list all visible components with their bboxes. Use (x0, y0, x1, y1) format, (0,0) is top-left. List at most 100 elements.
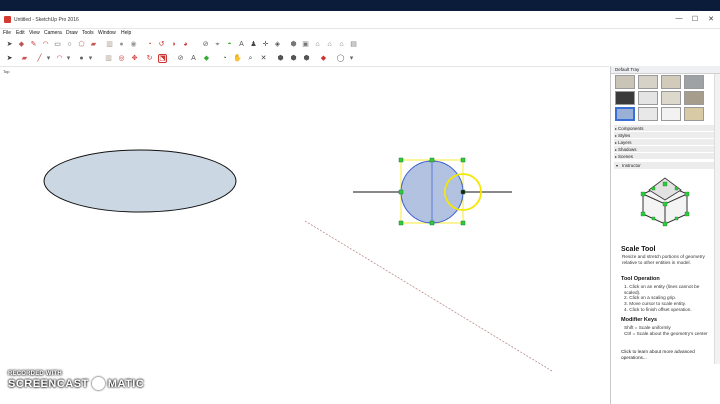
panel-layers[interactable]: ▸ Layers (614, 139, 714, 146)
eraser-tool-icon[interactable]: ▰ (20, 54, 29, 63)
move-tool-icon[interactable]: ✥ (130, 54, 139, 63)
toolbar-bottom: ➤ ▰ ╱ ▾ ◠ ▾ ● ▾ ▥ ◎ ✥ ↻ ⬔ ⊘ A ◆ ◔ ✋ ⌕ ✕ … (0, 52, 720, 65)
material-swatch[interactable] (661, 91, 681, 105)
zoom-icon[interactable]: ⌕ (246, 54, 255, 63)
account-icon[interactable]: ◯ (336, 54, 345, 63)
instructor-tool-title: Scale Tool (621, 246, 656, 253)
paint-bucket-icon[interactable]: ◆ (17, 40, 26, 49)
select-tool-icon[interactable]: ➤ (5, 54, 14, 63)
close-button[interactable]: ✕ (704, 15, 718, 23)
share-model-icon[interactable]: ⬢ (289, 54, 298, 63)
panel-scenes[interactable]: ▸ Scenes (614, 153, 714, 160)
menu-window[interactable]: Window (98, 30, 116, 36)
polygon-icon[interactable]: ⬠ (77, 40, 86, 49)
cylinder-icon[interactable]: ◉ (129, 40, 138, 49)
panel-components[interactable]: ▸ Components (614, 125, 714, 132)
ellipse-face[interactable] (43, 149, 237, 213)
line-dropdown-icon[interactable]: ▾ (44, 54, 53, 63)
section-plane-icon[interactable]: ◈ (273, 40, 282, 49)
material-swatch[interactable] (638, 75, 658, 89)
material-swatch-selected[interactable] (615, 107, 635, 121)
material-swatch[interactable] (684, 91, 704, 105)
shape-dropdown-icon[interactable]: ▾ (86, 54, 95, 63)
panel-shadows[interactable]: ▸ Shadows (614, 146, 714, 153)
arc-dropdown-icon[interactable]: ▾ (64, 54, 73, 63)
material-swatch[interactable] (684, 107, 704, 121)
walk-icon[interactable]: ♟ (249, 40, 258, 49)
operation-step: 2. Click on a scaling grip. (624, 295, 677, 300)
rectangle-icon[interactable]: ▭ (53, 40, 62, 49)
screencast-watermark: RECORDED WITH SCREENCAST MATIC (8, 371, 144, 390)
iso-view-icon[interactable]: ⬢ (289, 40, 298, 49)
material-swatch[interactable] (638, 91, 658, 105)
material-swatch[interactable] (615, 91, 635, 105)
panel-styles[interactable]: ▸ Styles (614, 132, 714, 139)
pan-hand-icon[interactable]: ✋ (233, 54, 242, 63)
line-tool-icon[interactable]: ╱ (35, 54, 44, 63)
collapse-arrow-icon: ▾ (616, 163, 619, 168)
paint-tool-icon[interactable]: ◆ (202, 54, 211, 63)
axes-icon[interactable]: ✛ (261, 40, 270, 49)
eraser-icon[interactable]: ▰ (89, 40, 98, 49)
follow-me-icon[interactable]: ◔ (145, 40, 154, 49)
arc-icon[interactable]: ◠ (41, 40, 50, 49)
tray-scrollbar[interactable] (714, 74, 720, 364)
minimize-button[interactable]: — (672, 15, 686, 22)
tray-title: Default Tray (611, 66, 720, 74)
offset-icon[interactable]: ◑ (169, 40, 178, 49)
pie-icon[interactable]: ◕ (181, 40, 190, 49)
tape-measure-icon[interactable]: ⊘ (201, 40, 210, 49)
expand-arrow-icon: ▸ (615, 154, 618, 159)
drawing-viewport[interactable]: Top (0, 66, 609, 404)
material-swatch[interactable] (684, 75, 704, 89)
tape-tool-icon[interactable]: ⊘ (176, 54, 185, 63)
sphere-icon[interactable]: ● (117, 40, 126, 49)
panel-instructor[interactable]: ▾ Instructor (614, 162, 714, 169)
dimension-icon[interactable]: ⌖ (213, 40, 222, 49)
back-view-icon[interactable]: ⌂ (337, 40, 346, 49)
select-arrow-icon[interactable]: ➤ (5, 40, 14, 49)
protractor-icon[interactable]: ◓ (225, 40, 234, 49)
menu-help[interactable]: Help (121, 30, 131, 36)
instructor-description: Resize and stretch portions of geometry … (622, 254, 705, 265)
menu-edit[interactable]: Edit (16, 30, 25, 36)
rotate-tool-icon[interactable]: ↻ (145, 54, 154, 63)
ruby-icon[interactable]: ◆ (319, 54, 328, 63)
scale-tool-icon[interactable]: ⬔ (158, 54, 167, 63)
menu-camera[interactable]: Camera (44, 30, 62, 36)
learn-more-link[interactable]: Click to learn about more advanced opera… (621, 349, 705, 360)
material-swatch[interactable] (661, 75, 681, 89)
left-view-icon[interactable]: ▤ (349, 40, 358, 49)
material-swatch[interactable] (661, 107, 681, 121)
zoom-extents-icon[interactable]: ✕ (259, 54, 268, 63)
menu-draw[interactable]: Draw (66, 30, 78, 36)
pencil-line-icon[interactable]: ✎ (29, 40, 38, 49)
right-view-icon[interactable]: ⌂ (325, 40, 334, 49)
operation-step: 3. Move cursor to scale entity. (624, 301, 686, 306)
menu-tools[interactable]: Tools (82, 30, 94, 36)
shape-tool-icon[interactable]: ● (77, 54, 86, 63)
maximize-button[interactable]: ☐ (688, 15, 702, 23)
menu-file[interactable]: File (3, 30, 11, 36)
expand-arrow-icon: ▸ (615, 140, 618, 145)
menu-view[interactable]: View (29, 30, 40, 36)
material-swatch[interactable] (638, 107, 658, 121)
title-bar: Untitled - SketchUp Pro 2016 — ☐ ✕ (0, 11, 720, 29)
arc-tool-icon[interactable]: ◠ (55, 54, 64, 63)
front-view-icon[interactable]: ⌂ (313, 40, 322, 49)
extension-warehouse-icon[interactable]: ⬢ (302, 54, 311, 63)
push-pull-icon[interactable]: ▥ (105, 40, 114, 49)
text-tool-icon[interactable]: A (189, 54, 198, 63)
push-pull-tool-icon[interactable]: ▥ (104, 54, 113, 63)
account-dropdown-icon[interactable]: ▾ (347, 54, 356, 63)
rotate-icon[interactable]: ↺ (157, 40, 166, 49)
offset-tool-icon[interactable]: ◎ (117, 54, 126, 63)
material-swatch[interactable] (615, 75, 635, 89)
text-icon[interactable]: A (237, 40, 246, 49)
circle-icon[interactable]: ○ (65, 40, 74, 49)
top-view-icon[interactable]: ▣ (301, 40, 310, 49)
orbit-icon[interactable]: ◔ (220, 54, 229, 63)
warehouse-icon[interactable]: ⬢ (276, 54, 285, 63)
expand-arrow-icon: ▸ (615, 133, 618, 138)
expand-arrow-icon: ▸ (615, 126, 618, 131)
